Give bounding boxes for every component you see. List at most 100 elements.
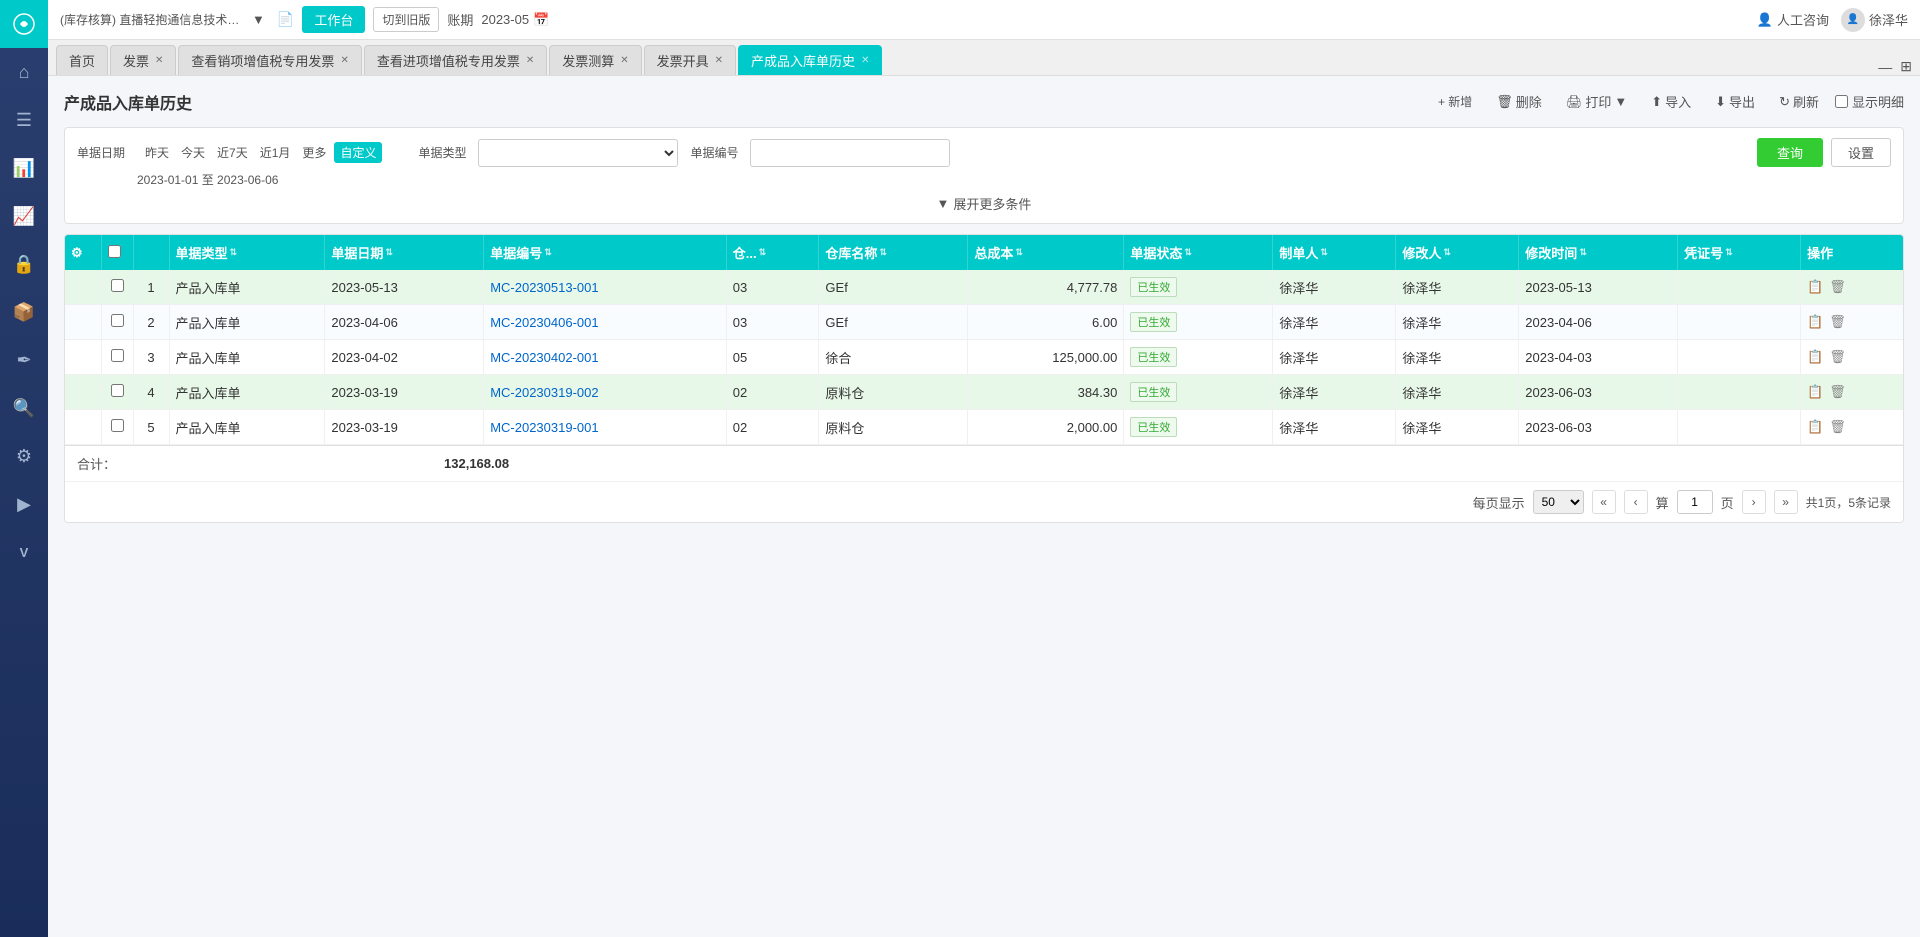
page-last-btn[interactable]: » [1774, 490, 1798, 514]
th-settings[interactable]: ⚙ [65, 235, 101, 270]
date-yesterday-btn[interactable]: 昨天 [141, 142, 173, 163]
date-today-btn[interactable]: 今天 [177, 142, 209, 163]
company-dropdown-btn[interactable]: ▼ [248, 10, 269, 29]
help-btn[interactable]: 👤 人工咨询 [1757, 10, 1829, 29]
row-number-link-4[interactable]: MC-20230319-002 [490, 385, 598, 400]
sidebar-item-chart[interactable]: 📊 [0, 144, 48, 192]
workspace-btn[interactable]: 工作台 [302, 6, 365, 33]
row-delete-icon-3[interactable]: 🗑 [1829, 349, 1846, 365]
th-voucher[interactable]: 凭证号 ⇅ [1678, 235, 1801, 270]
type-select[interactable] [478, 139, 678, 167]
tab-check-sales-vat[interactable]: 查看销项增值税专用发票 ✕ [178, 45, 361, 75]
row-checkbox-5[interactable] [111, 419, 124, 432]
row-checkbox-1[interactable] [111, 279, 124, 292]
tab-product-inbound-close[interactable]: ✕ [861, 55, 869, 66]
th-date[interactable]: 单据日期 ⇅ [325, 235, 484, 270]
tab-invoice[interactable]: 发票 ✕ [110, 45, 176, 75]
number-input[interactable] [750, 139, 950, 167]
row-edit-icon-1[interactable]: 📋 [1807, 279, 1823, 295]
date-7days-btn[interactable]: 近7天 [213, 142, 252, 163]
sidebar-item-settings[interactable]: ⚙ [0, 432, 48, 480]
user-menu[interactable]: 👤 徐泽华 [1841, 8, 1908, 32]
row-number-4[interactable]: MC-20230319-002 [484, 375, 727, 410]
delete-btn[interactable]: 🗑 删除 [1488, 88, 1550, 115]
th-creator[interactable]: 制单人 ⇅ [1273, 235, 1396, 270]
per-page-select[interactable]: 50 100 [1533, 490, 1584, 514]
switch-version-btn[interactable]: 切到旧版 [373, 7, 439, 32]
th-status[interactable]: 单据状态 ⇅ [1124, 235, 1273, 270]
sidebar-item-doc[interactable]: ☰ [0, 96, 48, 144]
row-delete-icon-5[interactable]: 🗑 [1829, 419, 1846, 435]
th-modify-time[interactable]: 修改时间 ⇅ [1519, 235, 1678, 270]
row-check-4[interactable] [101, 375, 133, 410]
export-btn[interactable]: ⬇ 导出 [1707, 88, 1763, 115]
th-check[interactable] [101, 235, 133, 270]
th-number[interactable]: 单据编号 ⇅ [484, 235, 727, 270]
row-number-3[interactable]: MC-20230402-001 [484, 340, 727, 375]
tab-invoice-calc[interactable]: 发票测算 ✕ [549, 45, 641, 75]
tab-check-purchase-vat[interactable]: 查看进项增值税专用发票 ✕ [364, 45, 547, 75]
new-btn[interactable]: + 新增 [1430, 89, 1480, 114]
row-delete-icon-4[interactable]: 🗑 [1829, 384, 1846, 400]
page-first-btn[interactable]: « [1592, 490, 1616, 514]
row-check-1[interactable] [101, 270, 133, 305]
row-check-5[interactable] [101, 410, 133, 445]
date-custom-btn[interactable]: 自定义 [334, 142, 382, 163]
th-modifier[interactable]: 修改人 ⇅ [1396, 235, 1519, 270]
tab-maximize-btn[interactable]: ⊞ [1900, 58, 1912, 75]
row-number-link-1[interactable]: MC-20230513-001 [490, 280, 598, 295]
tab-invoice-calc-close[interactable]: ✕ [620, 55, 628, 66]
th-type[interactable]: 单据类型 ⇅ [169, 235, 325, 270]
tab-product-inbound[interactable]: 产成品入库单历史 ✕ [738, 45, 882, 75]
calendar-icon[interactable]: 📅 [533, 12, 549, 28]
date-more-btn[interactable]: 更多 [298, 142, 330, 163]
tab-invoice-open[interactable]: 发票开具 ✕ [644, 45, 736, 75]
sidebar-item-stamp[interactable]: ✒ [0, 336, 48, 384]
row-delete-icon-2[interactable]: 🗑 [1829, 314, 1846, 330]
show-detail-checkbox[interactable] [1835, 95, 1848, 108]
tab-home[interactable]: 首页 [56, 45, 108, 75]
sidebar-item-home[interactable]: ⌂ [0, 48, 48, 96]
row-delete-icon-1[interactable]: 🗑 [1829, 279, 1846, 295]
row-checkbox-4[interactable] [111, 384, 124, 397]
date-1month-btn[interactable]: 近1月 [256, 142, 295, 163]
th-total-cost[interactable]: 总成本 ⇅ [968, 235, 1124, 270]
row-checkbox-3[interactable] [111, 349, 124, 362]
row-check-2[interactable] [101, 305, 133, 340]
row-number-link-3[interactable]: MC-20230402-001 [490, 350, 598, 365]
page-next-btn[interactable]: › [1742, 490, 1766, 514]
tab-invoice-open-close[interactable]: ✕ [715, 55, 723, 66]
sidebar-item-inventory[interactable]: 📦 [0, 288, 48, 336]
print-btn[interactable]: 🖨 打印 ▼ [1558, 88, 1635, 115]
query-btn[interactable]: 查询 [1757, 138, 1823, 167]
filter-settings-btn[interactable]: 设置 [1831, 138, 1891, 167]
row-number-link-5[interactable]: MC-20230319-001 [490, 420, 598, 435]
tab-check-sales-vat-close[interactable]: ✕ [340, 55, 348, 66]
row-edit-icon-5[interactable]: 📋 [1807, 419, 1823, 435]
th-warehouse-name[interactable]: 仓库名称 ⇅ [819, 235, 968, 270]
row-edit-icon-2[interactable]: 📋 [1807, 314, 1823, 330]
row-number-2[interactable]: MC-20230406-001 [484, 305, 727, 340]
page-prev-btn[interactable]: ‹ [1624, 490, 1648, 514]
expand-more-btn[interactable]: ▼ 展开更多条件 [937, 194, 1032, 213]
sidebar-item-analysis[interactable]: 📈 [0, 192, 48, 240]
row-checkbox-2[interactable] [111, 314, 124, 327]
row-edit-icon-4[interactable]: 📋 [1807, 384, 1823, 400]
th-warehouse-code[interactable]: 仓... ⇅ [726, 235, 819, 270]
row-edit-icon-3[interactable]: 📋 [1807, 349, 1823, 365]
tab-invoice-close[interactable]: ✕ [155, 55, 163, 66]
page-input[interactable] [1677, 490, 1713, 514]
row-number-5[interactable]: MC-20230319-001 [484, 410, 727, 445]
sidebar-item-query[interactable]: 🔍 [0, 384, 48, 432]
row-check-3[interactable] [101, 340, 133, 375]
tab-check-purchase-vat-close[interactable]: ✕ [526, 55, 534, 66]
refresh-btn[interactable]: ↻ 刷新 [1771, 88, 1827, 115]
row-number-link-2[interactable]: MC-20230406-001 [490, 315, 598, 330]
sidebar-item-video[interactable]: ▶ [0, 480, 48, 528]
sidebar-item-lock[interactable]: 🔒 [0, 240, 48, 288]
tab-minimize-btn[interactable]: — [1878, 59, 1892, 75]
row-number-1[interactable]: MC-20230513-001 [484, 270, 727, 305]
sidebar-item-version[interactable]: V [0, 528, 48, 576]
import-btn[interactable]: ⬆ 导入 [1643, 88, 1699, 115]
select-all-checkbox[interactable] [108, 245, 121, 258]
